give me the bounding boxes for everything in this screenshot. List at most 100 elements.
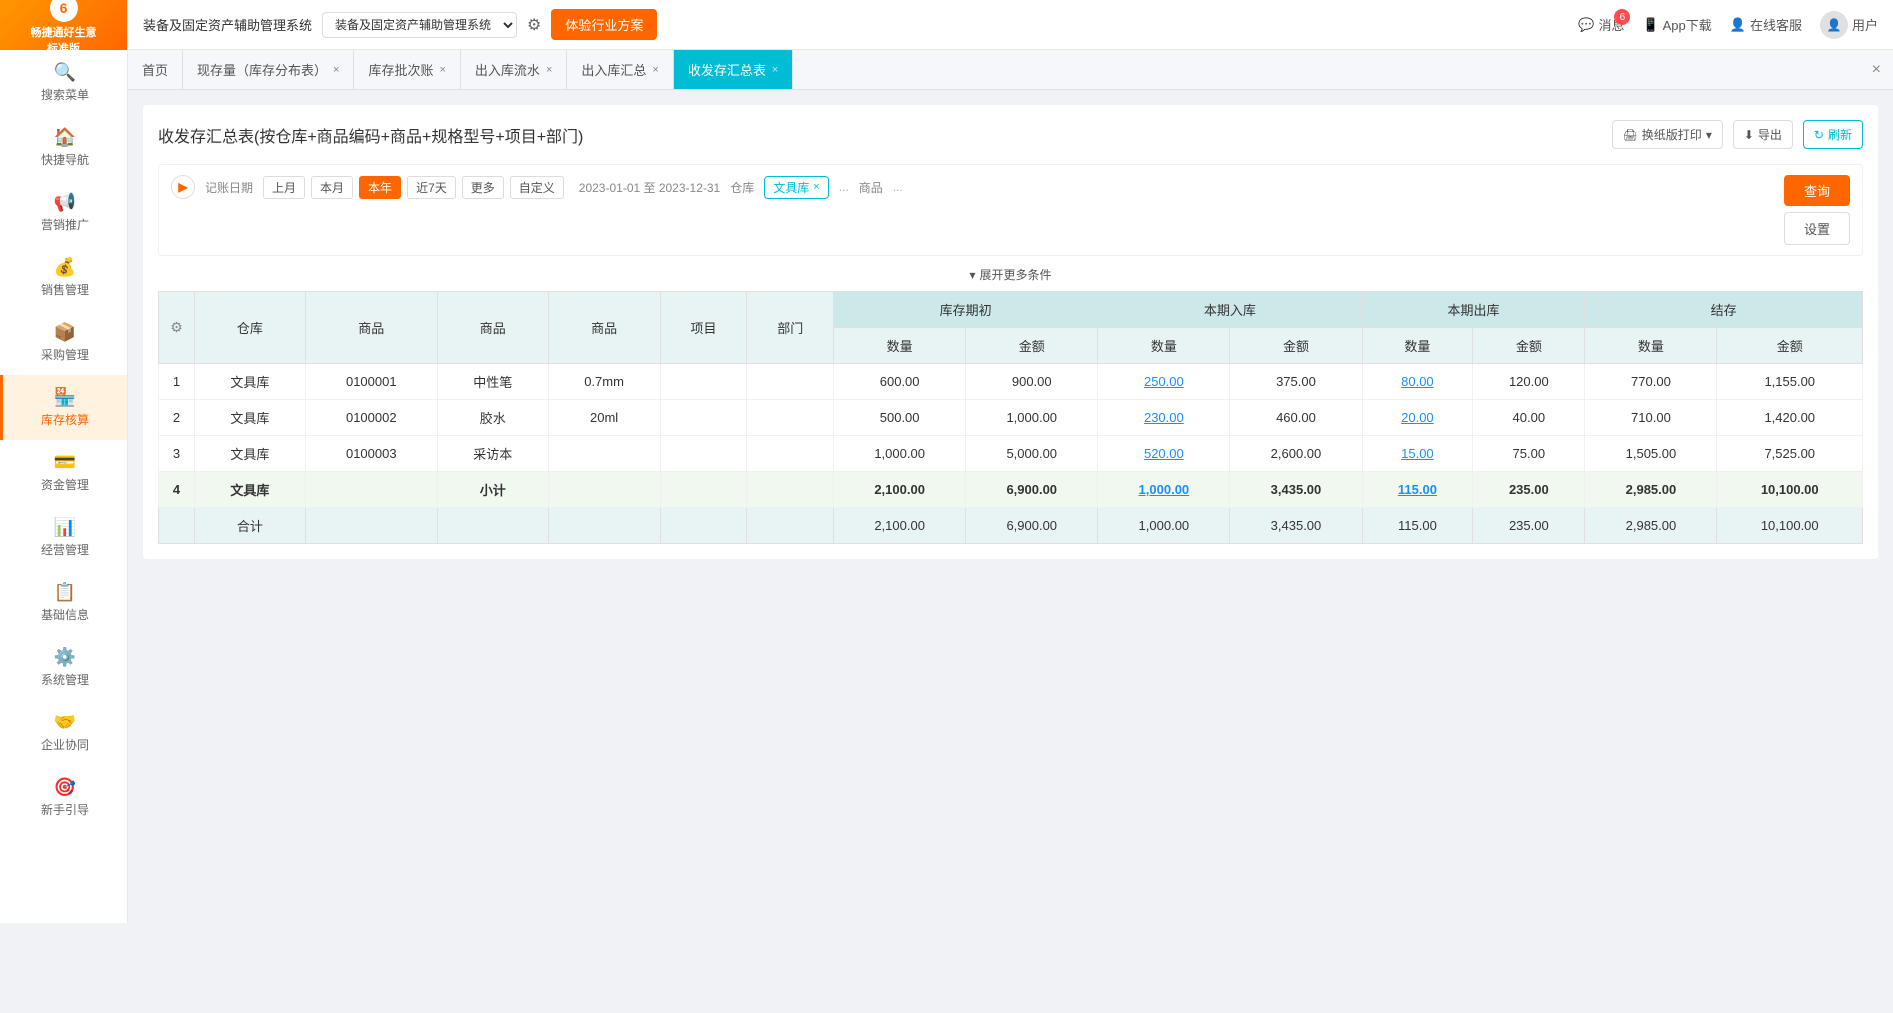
- tab-inout-flow-close[interactable]: ×: [546, 64, 552, 76]
- tab-home[interactable]: 首页: [128, 50, 183, 90]
- sidebar-item-system[interactable]: ⚙️ 系统管理: [0, 635, 127, 700]
- logo-icon: 6: [50, 0, 78, 22]
- sidebar-item-enterprise[interactable]: 🤝 企业协同: [0, 700, 127, 765]
- system-icon: ⚙️: [54, 647, 76, 668]
- tab-stock-dist-close[interactable]: ×: [333, 64, 339, 76]
- export-button[interactable]: ⬇ 导出: [1733, 120, 1793, 149]
- tab-recv-send-close[interactable]: ×: [772, 64, 778, 76]
- cell-out-qty-1[interactable]: 80.00: [1362, 364, 1473, 400]
- cell-in-amt-2: 460.00: [1230, 400, 1362, 436]
- search-icon: 🔍: [54, 62, 76, 83]
- data-table: ⚙ 仓库 商品 商品 商品 项目 部门 库存期初 本期入库 本期出库 结存: [158, 291, 1863, 544]
- sidebar-item-finance[interactable]: 💳 资金管理: [0, 440, 127, 505]
- cell-in-qty-2[interactable]: 230.00: [1098, 400, 1230, 436]
- export-label: 导出: [1758, 126, 1782, 143]
- cell-in-qty-1[interactable]: 250.00: [1098, 364, 1230, 400]
- sidebar-item-newbie[interactable]: 🎯 新手引导: [0, 765, 127, 830]
- cell-subtotal-opening-qty: 2,100.00: [834, 472, 966, 508]
- sidebar-label-quicknav: 快捷导航: [41, 151, 89, 168]
- system-selector[interactable]: 装备及固定资产辅助管理系统: [322, 12, 517, 38]
- cell-total-opening-amt: 6,900.00: [966, 508, 1098, 544]
- table-settings-icon[interactable]: ⚙: [170, 319, 183, 335]
- sidebar-item-quicknav[interactable]: 🏠 快捷导航: [0, 115, 127, 180]
- tab-batch[interactable]: 库存批次账 ×: [354, 50, 460, 90]
- cell-subtotal-warehouse: 文具库: [195, 472, 306, 508]
- online-service-button[interactable]: 👤 在线客服: [1730, 15, 1802, 34]
- sidebar-item-purchase[interactable]: 📦 采购管理: [0, 310, 127, 375]
- cell-no-2: 2: [159, 400, 195, 436]
- query-button[interactable]: 查询: [1784, 175, 1850, 206]
- cell-closing-qty-1: 770.00: [1585, 364, 1717, 400]
- col-spec-header: 商品: [548, 292, 660, 364]
- cell-out-amt-1: 120.00: [1473, 364, 1585, 400]
- cell-total-closing-amt: 10,100.00: [1717, 508, 1863, 544]
- print-button[interactable]: 🖨 换纸版打印 ▾: [1612, 120, 1723, 149]
- app-download-button[interactable]: 📱 App下载: [1642, 15, 1711, 34]
- sidebar-item-search[interactable]: 🔍 搜索菜单: [0, 50, 127, 115]
- user-button[interactable]: 👤 用户: [1820, 11, 1878, 39]
- cell-total-project: [660, 508, 747, 544]
- tab-recv-send[interactable]: 收发存汇总表 ×: [674, 50, 793, 90]
- warehouse-tag-text: 文具库: [773, 179, 809, 196]
- cell-out-qty-2[interactable]: 20.00: [1362, 400, 1473, 436]
- date-btn-this-year[interactable]: 本年: [359, 176, 401, 199]
- date-btn-this-month[interactable]: 本月: [311, 176, 353, 199]
- sidebar-item-operation[interactable]: 📊 经营管理: [0, 505, 127, 570]
- tab-batch-close[interactable]: ×: [439, 64, 445, 76]
- sidebar-item-baseinfo[interactable]: 📋 基础信息: [0, 570, 127, 635]
- tab-stock-dist[interactable]: 现存量（库存分布表） ×: [183, 50, 354, 90]
- date-btn-custom[interactable]: 自定义: [510, 176, 564, 199]
- warehouse-tag-close[interactable]: ×: [813, 181, 819, 193]
- col-out-header: 本期出库: [1362, 292, 1585, 328]
- col-closing-header: 结存: [1585, 292, 1863, 328]
- cell-code-1: 0100001: [305, 364, 437, 400]
- sidebar-label-operation: 经营管理: [41, 541, 89, 558]
- tab-stock-dist-label: 现存量（库存分布表）: [197, 60, 327, 79]
- cell-warehouse-1: 文具库: [195, 364, 306, 400]
- topbar-right: 💬 消息 6 📱 App下载 👤 在线客服 👤 用户: [1578, 11, 1878, 39]
- message-icon: 💬: [1578, 17, 1594, 33]
- date-btn-last-month[interactable]: 上月: [263, 176, 305, 199]
- settings-button[interactable]: 设置: [1784, 212, 1850, 245]
- sidebar-item-sales[interactable]: 💰 销售管理: [0, 245, 127, 310]
- sidebar-item-marketing[interactable]: 📢 营销推广: [0, 180, 127, 245]
- tab-inout-summary-close[interactable]: ×: [652, 64, 658, 76]
- main-content: 收发存汇总表(按仓库+商品编码+商品+规格型号+项目+部门) 🖨 换纸版打印 ▾…: [128, 90, 1893, 923]
- subtotal-row: 4 文具库 小计 2,100.00 6,900.00 1,000.00 3,43…: [159, 472, 1863, 508]
- goods-more[interactable]: ...: [893, 180, 903, 194]
- date-btn-more[interactable]: 更多: [462, 176, 504, 199]
- online-service-label: 在线客服: [1750, 15, 1802, 34]
- cell-subtotal-out-qty[interactable]: 115.00: [1362, 472, 1473, 508]
- cell-subtotal-in-qty[interactable]: 1,000.00: [1098, 472, 1230, 508]
- cell-total-no: [159, 508, 195, 544]
- cell-warehouse-3: 文具库: [195, 436, 306, 472]
- message-button[interactable]: 💬 消息 6: [1578, 15, 1624, 34]
- date-btn-7days[interactable]: 近7天: [407, 176, 456, 199]
- cell-name-2: 胶水: [437, 400, 548, 436]
- cell-opening-qty-1: 600.00: [834, 364, 966, 400]
- cell-subtotal-closing-amt: 10,100.00: [1717, 472, 1863, 508]
- refresh-button[interactable]: ↻ 刷新: [1803, 120, 1863, 149]
- filter-expand-btn[interactable]: ▶: [171, 175, 195, 199]
- col-dept-header: 部门: [747, 292, 834, 364]
- tab-inout-flow[interactable]: 出入库流水 ×: [461, 50, 567, 90]
- cell-no-3: 3: [159, 436, 195, 472]
- print-label: 换纸版打印: [1642, 126, 1702, 143]
- goods-label: 商品: [859, 179, 883, 196]
- cell-in-qty-3[interactable]: 520.00: [1098, 436, 1230, 472]
- warehouse-more[interactable]: ...: [839, 180, 849, 194]
- expand-more-btn[interactable]: ▾ 展开更多条件: [969, 266, 1051, 283]
- sidebar-item-inventory[interactable]: 🏪 库存核算: [0, 375, 127, 440]
- cell-spec-1: 0.7mm: [548, 364, 660, 400]
- cell-out-amt-2: 40.00: [1473, 400, 1585, 436]
- cell-closing-amt-2: 1,420.00: [1717, 400, 1863, 436]
- cell-out-qty-3[interactable]: 15.00: [1362, 436, 1473, 472]
- refresh-icon: ↻: [1814, 128, 1824, 142]
- close-all-tabs[interactable]: ×: [1860, 61, 1893, 79]
- sidebar-label-purchase: 采购管理: [41, 346, 89, 363]
- print-icon: 🖨: [1623, 128, 1638, 142]
- experience-button[interactable]: 体验行业方案: [551, 9, 657, 40]
- gear-icon[interactable]: ⚙: [527, 15, 541, 35]
- content-card: 收发存汇总表(按仓库+商品编码+商品+规格型号+项目+部门) 🖨 换纸版打印 ▾…: [143, 105, 1878, 559]
- tab-inout-summary[interactable]: 出入库汇总 ×: [567, 50, 673, 90]
